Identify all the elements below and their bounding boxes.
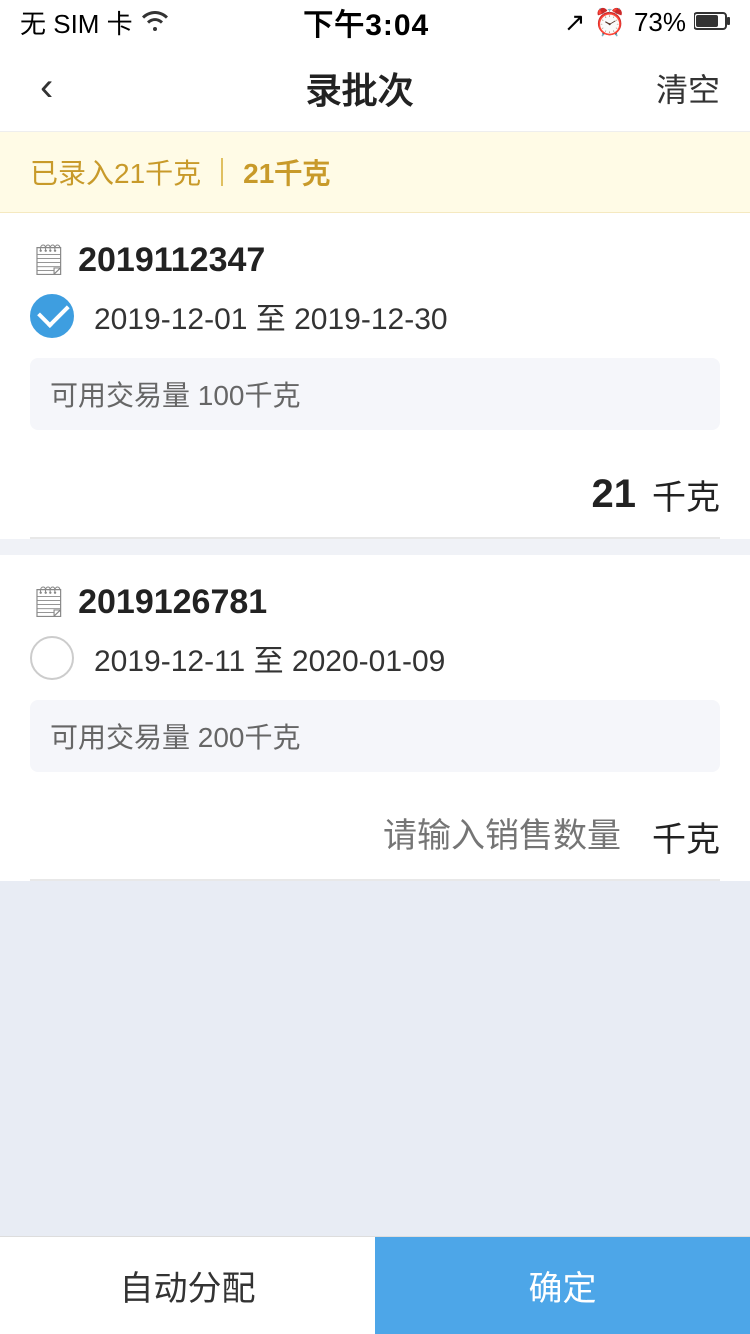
batch2-icon: 🗒 xyxy=(30,585,68,620)
batch2-date-row[interactable]: 2019-12-11 至 2020-01-09 xyxy=(30,636,720,680)
batch1-unit: 千克 xyxy=(652,470,720,519)
back-button[interactable]: ‹ xyxy=(30,55,63,120)
batch1-radio[interactable] xyxy=(30,294,74,338)
status-bar: 无 SIM 卡 下午3:04 ↗ ⏰ 73% xyxy=(0,0,750,44)
batch2-avail: 可用交易量 200千克 xyxy=(30,700,720,772)
info-banner: 已录入21千克 21千克 xyxy=(0,132,750,213)
alarm-icon: ⏰ xyxy=(594,7,626,38)
batch2-id-row: 🗒 2019126781 xyxy=(30,583,720,622)
status-bar-time: 下午3:04 xyxy=(303,0,429,44)
batch2-qty-input[interactable] xyxy=(336,817,636,856)
info-banner-label: 已录入21千克 xyxy=(30,152,201,192)
batch1-amount-row: 21 千克 xyxy=(0,454,750,537)
batch1-avail: 可用交易量 100千克 xyxy=(30,358,720,430)
batch1-card-inner: 🗒 2019112347 2019-12-01 至 2019-12-30 可用交… xyxy=(0,213,750,430)
batch2-date: 2019-12-11 至 2020-01-09 xyxy=(94,636,445,680)
clear-button[interactable]: 清空 xyxy=(656,65,720,111)
batch1-id-row: 🗒 2019112347 xyxy=(30,241,720,280)
batch1-card: 🗒 2019112347 2019-12-01 至 2019-12-30 可用交… xyxy=(0,213,750,539)
battery-text: 73% xyxy=(634,7,686,38)
batch2-id: 2019126781 xyxy=(78,583,267,622)
info-banner-divider xyxy=(221,158,223,186)
location-icon: ↗ xyxy=(564,7,586,38)
confirm-button[interactable]: 确定 xyxy=(375,1237,750,1334)
batch1-date: 2019-12-01 至 2019-12-30 xyxy=(94,294,448,338)
status-bar-left: 无 SIM 卡 xyxy=(20,4,169,41)
info-banner-value: 21千克 xyxy=(243,152,330,192)
batch1-id: 2019112347 xyxy=(78,241,265,280)
batch1-icon: 🗒 xyxy=(30,243,68,278)
batch2-qty-unit: 千克 xyxy=(652,812,720,861)
nav-bar: ‹ 录批次 清空 xyxy=(0,44,750,132)
sim-label: 无 SIM 卡 xyxy=(20,4,133,41)
batch1-date-row[interactable]: 2019-12-01 至 2019-12-30 xyxy=(30,294,720,338)
wifi-icon xyxy=(141,7,169,38)
battery-icon xyxy=(694,7,730,38)
card-separator-1 xyxy=(0,539,750,555)
batch1-amount: 21 xyxy=(592,472,637,517)
batch2-card: 🗒 2019126781 2019-12-11 至 2020-01-09 可用交… xyxy=(0,555,750,881)
batch2-radio[interactable] xyxy=(30,636,74,680)
batch2-input-row[interactable]: 千克 xyxy=(0,796,750,879)
status-bar-right: ↗ ⏰ 73% xyxy=(564,7,730,38)
batch2-card-inner: 🗒 2019126781 2019-12-11 至 2020-01-09 可用交… xyxy=(0,555,750,772)
auto-distribute-button[interactable]: 自动分配 xyxy=(0,1237,375,1334)
page-title: 录批次 xyxy=(306,62,414,114)
bottom-bar: 自动分配 确定 xyxy=(0,1236,750,1334)
